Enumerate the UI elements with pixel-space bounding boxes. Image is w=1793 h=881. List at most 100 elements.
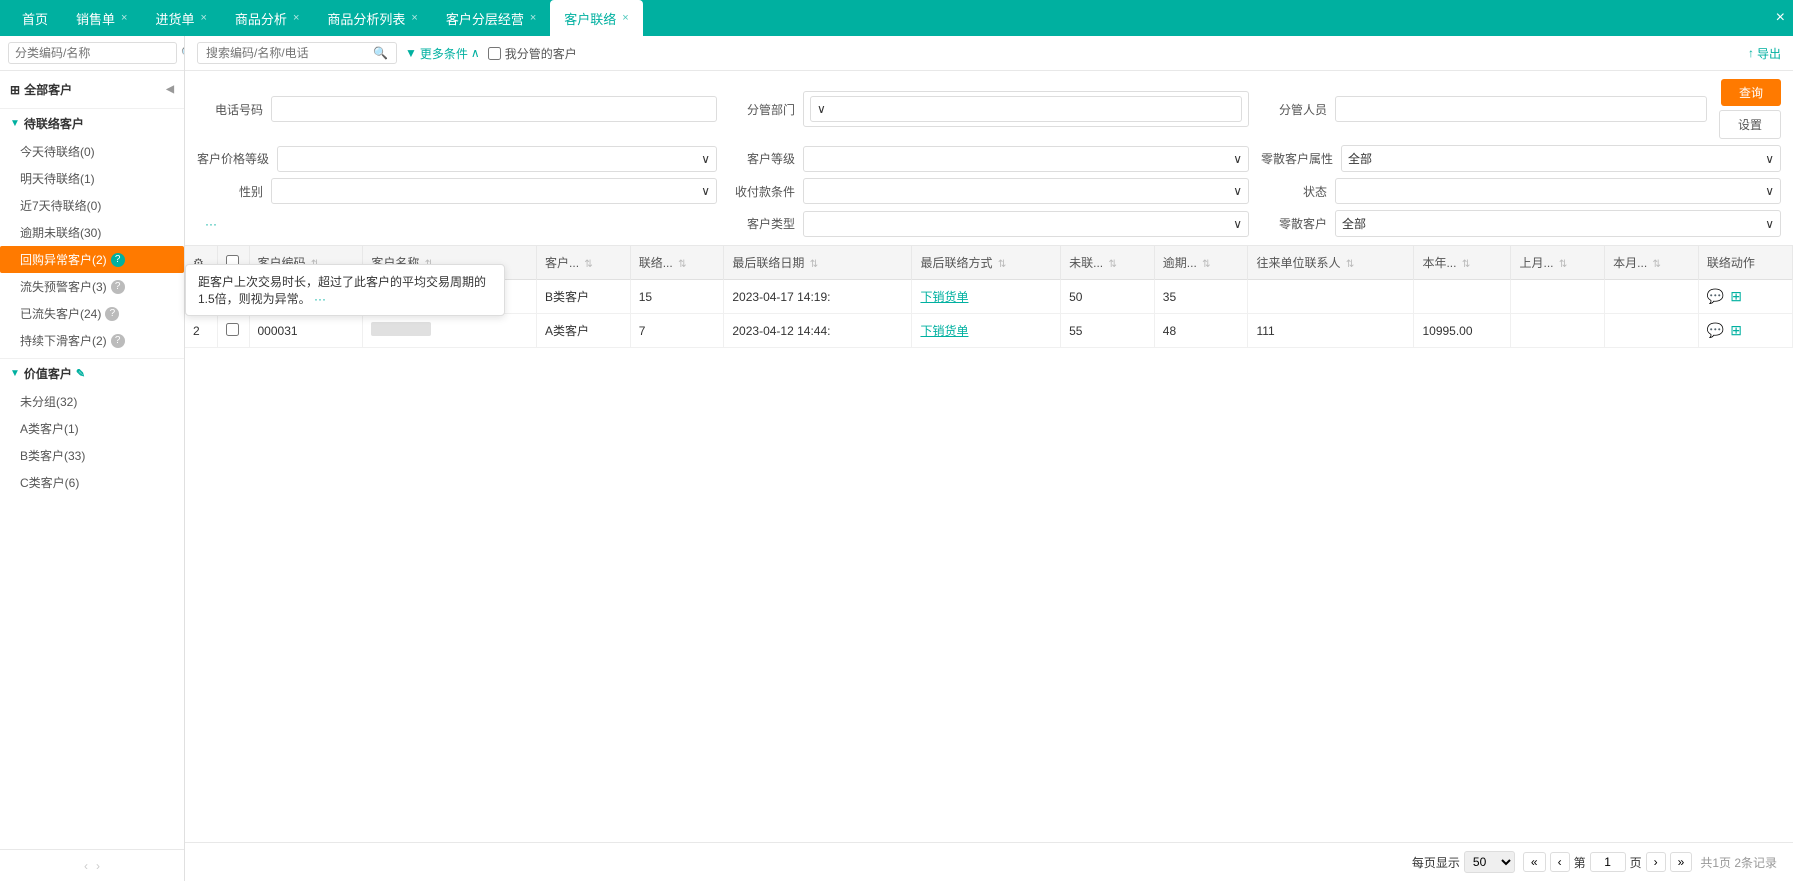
query-button[interactable]: 查询 (1721, 79, 1781, 106)
nav-customer-contact[interactable]: 客户联络 × (550, 0, 642, 36)
cell-last-method[interactable]: 下销货单 (912, 314, 1061, 348)
col-type[interactable]: 客户... ⇅ (537, 246, 631, 280)
sidebar-item-class-b[interactable]: B类客户(33) (0, 442, 184, 469)
sidebar-item-today[interactable]: 今天待联络(0) (0, 138, 184, 165)
col-overdue[interactable]: 逾期... ⇅ (1154, 246, 1248, 280)
close-all-tabs[interactable]: × (1776, 9, 1785, 27)
cell-checkbox[interactable] (217, 314, 249, 348)
customer-type-select[interactable]: ∨ (803, 211, 1249, 237)
col-contact[interactable]: 联络... ⇅ (630, 246, 724, 280)
page-input[interactable] (1590, 852, 1626, 872)
sidebar-search-input[interactable] (8, 42, 177, 64)
all-customers-title[interactable]: ⊞ 全部客户 ◀ (0, 75, 184, 104)
cell-last-method[interactable]: 下销货单 (912, 280, 1061, 314)
nav-sales[interactable]: 销售单 × (62, 0, 141, 36)
status-select[interactable]: ∨ (1335, 178, 1781, 204)
nav-product-analysis-list-close[interactable]: × (411, 12, 417, 24)
sidebar-item-7days[interactable]: 近7天待联络(0) (0, 192, 184, 219)
export-icon: ↑ (1748, 46, 1754, 60)
col-contacts[interactable]: 往来单位联系人 ⇅ (1248, 246, 1414, 280)
value-customer-group[interactable]: ▼ 价值客户 ✎ (0, 358, 184, 388)
my-customer-checkbox[interactable] (488, 47, 501, 60)
nav-product-analysis[interactable]: 商品分析 × (221, 0, 313, 36)
customer-level-arrow: ∨ (1233, 152, 1242, 166)
col-this-year[interactable]: 本年... ⇅ (1414, 246, 1511, 280)
nav-product-analysis-close[interactable]: × (293, 12, 299, 24)
search-input[interactable] (206, 46, 373, 60)
phone-input[interactable] (271, 96, 717, 122)
sidebar-item-overdue[interactable]: 逾期未联络(30) (0, 219, 184, 246)
action-chat-icon[interactable]: 💬 (1707, 322, 1724, 339)
nav-sales-close[interactable]: × (121, 12, 127, 24)
customer-type-label: 客户类型 (729, 215, 799, 232)
sidebar-item-ungraded[interactable]: 未分组(32) (0, 388, 184, 415)
cell-type: A类客户 (537, 314, 631, 348)
last-method-link[interactable]: 下销货单 (920, 324, 968, 338)
retail-attr-arrow: ∨ (1765, 152, 1774, 166)
sidebar-bottom-next[interactable]: › (96, 859, 100, 873)
filter-payment: 收付款条件 ∨ (729, 178, 1249, 204)
filter-dept: 分管部门 ∨ (729, 79, 1249, 139)
last-page-btn[interactable]: » (1670, 852, 1693, 872)
nav-customer-contact-close[interactable]: × (622, 12, 628, 24)
col-last-date[interactable]: 最后联络日期 ⇅ (724, 246, 912, 280)
gender-select[interactable]: ∨ (271, 178, 717, 204)
prev-page-btn[interactable]: ‹ (1550, 852, 1570, 872)
action-more-icon[interactable]: ⊞ (1730, 288, 1742, 305)
sidebar-bottom-prev[interactable]: ‹ (84, 859, 88, 873)
nav-customer-tier-close[interactable]: × (530, 12, 536, 24)
next-page-btn[interactable]: › (1646, 852, 1666, 872)
sidebar-item-class-c[interactable]: C类客户(6) (0, 469, 184, 496)
retail-attr-select[interactable]: 全部∨ (1341, 145, 1781, 172)
sidebar-item-declining[interactable]: 持续下滑客户(2) ? (0, 327, 184, 354)
action-more-icon[interactable]: ⊞ (1730, 322, 1742, 339)
payment-label: 收付款条件 (729, 183, 799, 200)
retail-customer-select[interactable]: 全部∨ (1335, 210, 1781, 237)
last-month-sort-icon: ⇅ (1559, 259, 1567, 270)
sidebar-item-repurchase[interactable]: 回购异常客户(2) ? (0, 246, 184, 273)
col-this-month[interactable]: 本月... ⇅ (1605, 246, 1699, 280)
nav-home[interactable]: 首页 (8, 0, 62, 36)
payment-select[interactable]: ∨ (803, 178, 1249, 204)
sidebar-item-tomorrow[interactable]: 明天待联络(1) (0, 165, 184, 192)
value-group-edit-icon[interactable]: ✎ (76, 367, 85, 380)
export-btn[interactable]: ↑ 导出 (1748, 45, 1781, 62)
nav-purchase-close[interactable]: × (200, 12, 206, 24)
search-icon[interactable]: 🔍 (373, 46, 388, 60)
nav-product-analysis-list[interactable]: 商品分析列表 × (313, 0, 431, 36)
tooltip-dots[interactable]: ··· (314, 292, 326, 306)
this-month-sort-icon: ⇅ (1653, 259, 1661, 270)
row-checkbox-1[interactable] (226, 323, 239, 336)
first-page-btn[interactable]: « (1523, 852, 1546, 872)
col-last-method[interactable]: 最后联络方式 ⇅ (912, 246, 1061, 280)
pagination-wrap: « ‹ 第 页 › » (1523, 852, 1692, 872)
customer-level-select[interactable]: ∨ (803, 146, 1249, 172)
col-last-month[interactable]: 上月... ⇅ (1511, 246, 1605, 280)
action-chat-icon[interactable]: 💬 (1707, 288, 1724, 305)
lost-warning-help-icon[interactable]: ? (111, 280, 125, 294)
setting-button[interactable]: 设置 (1719, 110, 1781, 139)
pending-contact-group[interactable]: ▼ 待联络客户 (0, 108, 184, 138)
price-level-select[interactable]: ∨ (277, 146, 717, 172)
col-uncontacted[interactable]: 未联... ⇅ (1061, 246, 1155, 280)
repurchase-help-icon[interactable]: ? (111, 253, 125, 267)
gender-arrow: ∨ (701, 184, 710, 198)
cell-action: 💬 ⊞ (1698, 314, 1792, 348)
sidebar-item-class-a[interactable]: A类客户(1) (0, 415, 184, 442)
cell-uncontacted: 50 (1061, 280, 1155, 314)
cell-overdue: 48 (1154, 314, 1248, 348)
manager-select[interactable] (1335, 96, 1707, 122)
cell-type: B类客户 (537, 280, 631, 314)
more-conditions-btn[interactable]: ▼ 更多条件 ∧ (405, 45, 480, 62)
nav-customer-tier[interactable]: 客户分层经营 × (432, 0, 550, 36)
nav-purchase[interactable]: 进货单 × (141, 0, 220, 36)
per-page-select[interactable]: 5020100200 (1464, 851, 1515, 873)
sidebar-item-lost-warning[interactable]: 流失预警客户(3) ? (0, 273, 184, 300)
dept-select[interactable]: ∨ (803, 91, 1249, 127)
type-sort-icon: ⇅ (584, 259, 592, 270)
sidebar-item-lost[interactable]: 已流失客户(24) ? (0, 300, 184, 327)
last-method-link[interactable]: 下销货单 (920, 290, 968, 304)
declining-help-icon[interactable]: ? (111, 334, 125, 348)
lost-help-icon[interactable]: ? (105, 307, 119, 321)
retail-customer-arrow: ∨ (1765, 217, 1774, 231)
